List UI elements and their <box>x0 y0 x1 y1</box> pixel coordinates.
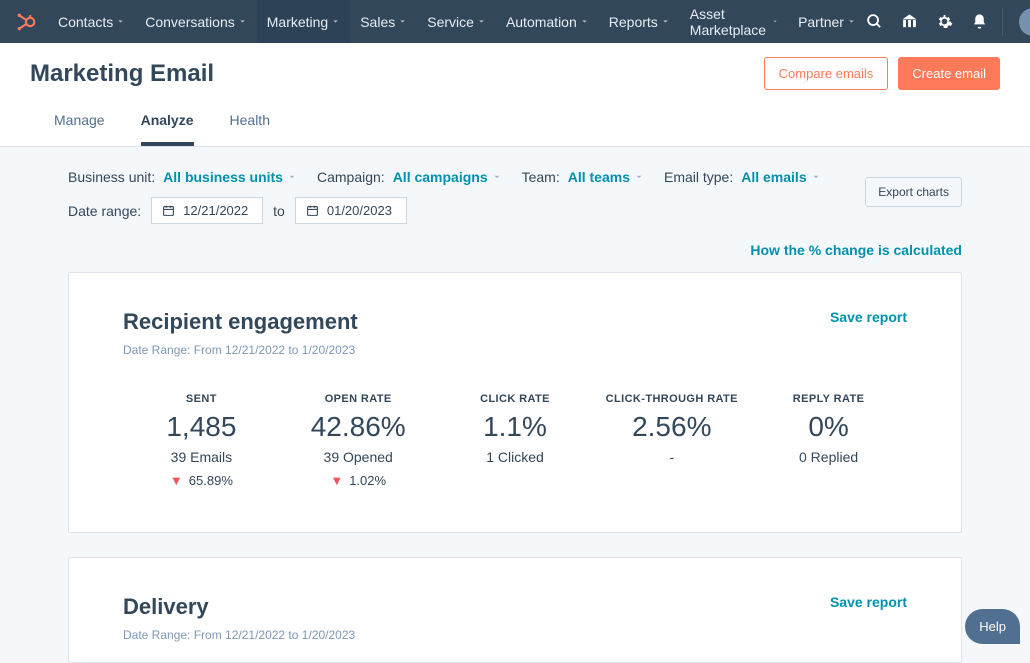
metric-value: 1.1% <box>437 411 594 443</box>
nav-item-conversations[interactable]: Conversations <box>135 0 257 43</box>
how-percent-change-link[interactable]: How the % change is calculated <box>68 242 962 258</box>
marketplace-icon[interactable] <box>901 13 918 30</box>
main-content: Business unit: All business units Campai… <box>0 147 1030 663</box>
arrow-down-icon: ▼ <box>330 473 343 488</box>
delivery-card: Delivery Date Range: From 12/21/2022 to … <box>68 557 962 663</box>
team-label: Team: <box>522 169 560 185</box>
save-report-link[interactable]: Save report <box>830 309 907 325</box>
save-report-link[interactable]: Save report <box>830 594 907 610</box>
metric-value: 0% <box>750 411 907 443</box>
metric-change: ▼65.89% <box>123 473 280 488</box>
metric-label: SENT <box>123 393 280 405</box>
metric-label: REPLY RATE <box>750 393 907 405</box>
gear-icon[interactable] <box>936 13 953 30</box>
page-tabs: Manage Analyze Health <box>30 102 1000 146</box>
nav-item-marketing[interactable]: Marketing <box>257 0 350 43</box>
hubspot-logo[interactable] <box>16 12 36 32</box>
metric-value: 42.86% <box>280 411 437 443</box>
metric-click-rate: CLICK RATE 1.1% 1 Clicked <box>437 393 594 488</box>
email-type-label: Email type: <box>664 169 733 185</box>
page-title: Marketing Email <box>30 60 214 88</box>
date-to-input[interactable]: 01/20/2023 <box>295 197 407 224</box>
compare-emails-button[interactable]: Compare emails <box>764 57 889 90</box>
nav-item-partner[interactable]: Partner <box>788 0 866 43</box>
avatar <box>1019 8 1030 36</box>
metric-sub: - <box>593 449 750 465</box>
chevron-down-icon <box>492 172 502 182</box>
metric-value: 2.56% <box>593 411 750 443</box>
metric-sub: 1 Clicked <box>437 449 594 465</box>
metric-label: OPEN RATE <box>280 393 437 405</box>
help-button[interactable]: Help <box>965 609 1020 644</box>
recipient-engagement-card: Recipient engagement Date Range: From 12… <box>68 272 962 533</box>
campaign-dropdown[interactable]: All campaigns <box>393 169 502 185</box>
nav-item-reports[interactable]: Reports <box>599 0 680 43</box>
nav-item-service[interactable]: Service <box>417 0 496 43</box>
top-navigation: ContactsConversationsMarketingSalesServi… <box>0 0 1030 43</box>
date-range-label: Date range: <box>68 203 141 219</box>
business-unit-label: Business unit: <box>68 169 155 185</box>
delivery-card-title: Delivery <box>123 594 355 620</box>
metric-change: ▼1.02% <box>280 473 437 488</box>
engagement-card-subtitle: Date Range: From 12/21/2022 to 1/20/2023 <box>123 343 358 357</box>
nav-utility-icons <box>866 13 988 30</box>
engagement-card-title: Recipient engagement <box>123 309 358 335</box>
metric-label: CLICK-THROUGH RATE <box>593 393 750 405</box>
tab-health[interactable]: Health <box>230 102 270 146</box>
engagement-metrics: SENT 1,485 39 Emails ▼65.89% OPEN RATE 42.86%… <box>123 393 907 488</box>
calendar-icon <box>162 204 175 217</box>
export-charts-button[interactable]: Export charts <box>865 177 962 207</box>
account-menu[interactable] <box>1002 8 1030 36</box>
email-type-dropdown[interactable]: All emails <box>741 169 820 185</box>
nav-item-sales[interactable]: Sales <box>350 0 417 43</box>
delivery-card-subtitle: Date Range: From 12/21/2022 to 1/20/2023 <box>123 628 355 642</box>
metric-sub: 39 Opened <box>280 449 437 465</box>
date-range-row: Date range: 12/21/2022 to 01/20/2023 <box>68 197 962 224</box>
search-icon[interactable] <box>866 13 883 30</box>
date-from-input[interactable]: 12/21/2022 <box>151 197 263 224</box>
nav-items: ContactsConversationsMarketingSalesServi… <box>48 0 866 43</box>
metric-reply-rate: REPLY RATE 0% 0 Replied <box>750 393 907 488</box>
create-email-button[interactable]: Create email <box>898 57 1000 90</box>
calendar-icon <box>306 204 319 217</box>
date-to-label: to <box>273 203 285 219</box>
business-unit-dropdown[interactable]: All business units <box>163 169 297 185</box>
nav-item-asset-marketplace[interactable]: Asset Marketplace <box>680 0 788 43</box>
team-dropdown[interactable]: All teams <box>568 169 644 185</box>
chevron-down-icon <box>811 172 821 182</box>
metric-click-through-rate: CLICK-THROUGH RATE 2.56% - <box>593 393 750 488</box>
metric-sent: SENT 1,485 39 Emails ▼65.89% <box>123 393 280 488</box>
metric-value: 1,485 <box>123 411 280 443</box>
chevron-down-icon <box>634 172 644 182</box>
nav-item-automation[interactable]: Automation <box>496 0 599 43</box>
nav-item-contacts[interactable]: Contacts <box>48 0 135 43</box>
arrow-down-icon: ▼ <box>170 473 183 488</box>
filter-bar: Business unit: All business units Campai… <box>68 169 962 185</box>
metric-sub: 39 Emails <box>123 449 280 465</box>
chevron-down-icon <box>287 172 297 182</box>
metric-open-rate: OPEN RATE 42.86% 39 Opened ▼1.02% <box>280 393 437 488</box>
tab-manage[interactable]: Manage <box>54 102 105 146</box>
metric-sub: 0 Replied <box>750 449 907 465</box>
bell-icon[interactable] <box>971 13 988 30</box>
page-header: Marketing Email Compare emails Create em… <box>0 43 1030 147</box>
metric-label: CLICK RATE <box>437 393 594 405</box>
tab-analyze[interactable]: Analyze <box>141 102 194 146</box>
campaign-label: Campaign: <box>317 169 385 185</box>
